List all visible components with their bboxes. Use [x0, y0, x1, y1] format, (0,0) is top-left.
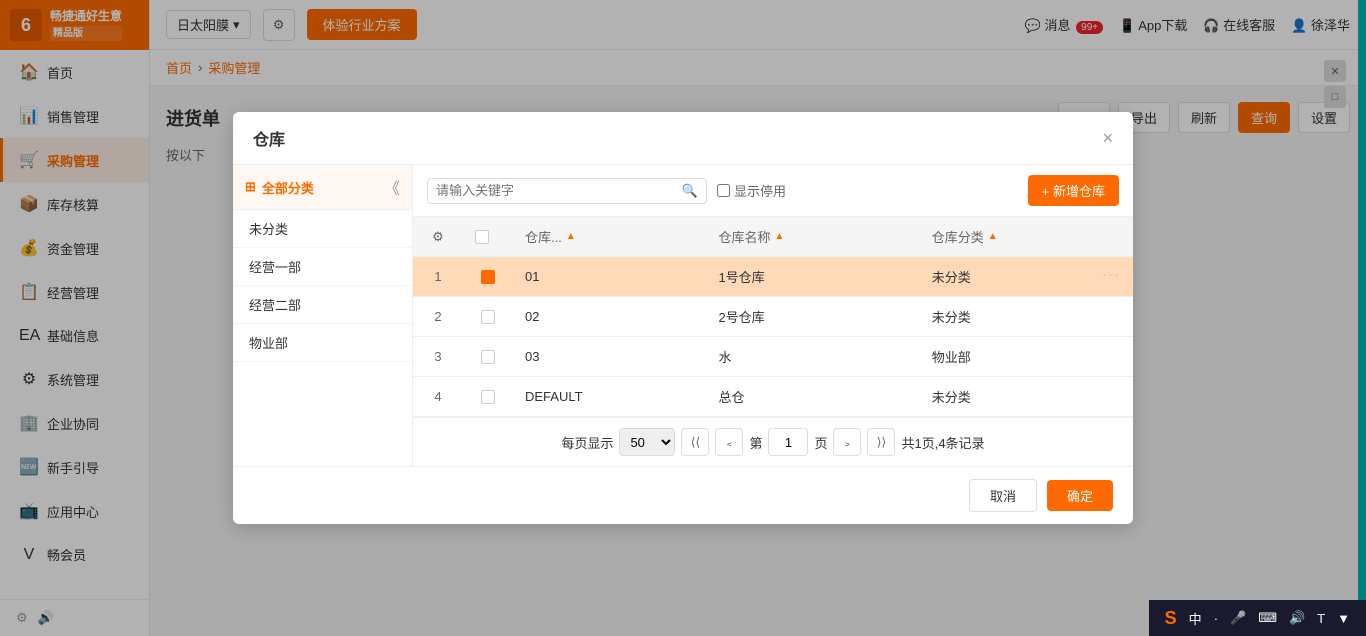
row-num: 2 — [413, 297, 463, 337]
col-category: 仓库分类 ▲ — [920, 217, 1133, 257]
show-disabled-checkbox[interactable] — [717, 184, 730, 197]
row-category: 未分类··· — [920, 257, 1133, 297]
search-input[interactable] — [436, 183, 676, 198]
cat-item-biz2[interactable]: 经营二部 — [233, 286, 412, 324]
collapse-icon[interactable]: 《 — [384, 175, 400, 199]
sort-category-icon[interactable]: ▲ — [988, 231, 998, 242]
col-code: 仓库... ▲ — [513, 217, 706, 257]
table-row[interactable]: 4 DEFAULT 总仓 未分类 — [413, 377, 1133, 417]
all-categories-title[interactable]: ⊞ 全部分类 — [245, 178, 314, 197]
category-list: 未分类经营一部经营二部物业部 — [233, 210, 412, 466]
chinese-input-icon[interactable]: 中 — [1189, 609, 1202, 628]
row-check-2[interactable] — [481, 310, 495, 324]
modal-footer: 取消 确定 — [233, 466, 1133, 524]
page-suffix: 页 — [814, 433, 827, 452]
total-label: 共1页,4条记录 — [901, 433, 984, 452]
row-name: 1号仓库 — [706, 257, 919, 297]
row-category: 未分类 — [920, 297, 1133, 337]
table-row[interactable]: 1 01 1号仓库 未分类··· — [413, 257, 1133, 297]
sound-icon[interactable]: 🔊 — [1289, 610, 1305, 626]
row-name: 2号仓库 — [706, 297, 919, 337]
row-num: 3 — [413, 337, 463, 377]
dot-icon: · — [1214, 611, 1218, 626]
show-disabled-label[interactable]: 显示停用 — [717, 181, 786, 200]
sort-code-icon[interactable]: ▲ — [566, 231, 576, 242]
row-code: 03 — [513, 337, 706, 377]
table-toolbar: 🔍 显示停用 + 新增仓库 — [413, 165, 1133, 217]
row-checkbox[interactable] — [463, 337, 513, 377]
col-checkbox[interactable] — [463, 217, 513, 257]
last-page-button[interactable]: ⟩⟩ — [867, 428, 895, 456]
modal-close-button[interactable]: × — [1102, 129, 1113, 147]
row-check-1[interactable] — [481, 270, 495, 284]
row-name: 总仓 — [706, 377, 919, 417]
header-checkbox[interactable] — [475, 230, 489, 244]
down-arrow-icon[interactable]: ▼ — [1337, 611, 1350, 626]
bottom-bar: S 中 · 🎤 ⌨ 🔊 T ▼ — [1149, 600, 1366, 636]
cat-item-uncat[interactable]: 未分类 — [233, 210, 412, 248]
modal-title: 仓库 — [253, 126, 285, 150]
row-code: 02 — [513, 297, 706, 337]
new-warehouse-button[interactable]: + 新增仓库 — [1028, 175, 1119, 206]
text-t-icon[interactable]: T — [1317, 611, 1325, 626]
grid-icon: ⊞ — [245, 179, 256, 195]
row-actions-1[interactable]: ··· — [1102, 267, 1121, 282]
col-name-label: 仓库名称 — [718, 227, 770, 246]
table-row[interactable]: 3 03 水 物业部 — [413, 337, 1133, 377]
mic-icon[interactable]: 🎤 — [1230, 610, 1246, 626]
row-name: 水 — [706, 337, 919, 377]
row-code: DEFAULT — [513, 377, 706, 417]
search-icon: 🔍 — [682, 183, 698, 199]
per-page-select[interactable]: 50 10 20 100 — [619, 428, 675, 456]
row-category: 物业部 — [920, 337, 1133, 377]
cat-item-prop[interactable]: 物业部 — [233, 324, 412, 362]
cancel-button[interactable]: 取消 — [969, 479, 1037, 512]
warehouse-table: ⚙ 仓库... ▲ 仓库名称 — [413, 217, 1133, 417]
row-num: 4 — [413, 377, 463, 417]
row-checkbox[interactable] — [463, 377, 513, 417]
page-label: 第 — [749, 433, 762, 452]
row-num: 1 — [413, 257, 463, 297]
per-page-label: 每页显示 — [561, 433, 613, 452]
col-name: 仓库名称 ▲ — [706, 217, 919, 257]
page-number-input[interactable] — [768, 428, 808, 456]
modal-overlay: 仓库 × ⊞ 全部分类 《 未分类经营一部经营二部物业部 — [0, 0, 1366, 636]
modal-header: 仓库 × — [233, 112, 1133, 165]
table-row[interactable]: 2 02 2号仓库 未分类 — [413, 297, 1133, 337]
search-box: 🔍 — [427, 178, 707, 204]
row-code: 01 — [513, 257, 706, 297]
s-logo: S — [1165, 608, 1177, 629]
col-category-label: 仓库分类 — [932, 227, 984, 246]
cat-item-biz1[interactable]: 经营一部 — [233, 248, 412, 286]
sort-name-icon[interactable]: ▲ — [774, 231, 784, 242]
first-page-button[interactable]: ⟨⟨ — [681, 428, 709, 456]
table-panel: 🔍 显示停用 + 新增仓库 ⚙ — [413, 165, 1133, 466]
row-checkbox[interactable] — [463, 297, 513, 337]
row-category: 未分类 — [920, 377, 1133, 417]
category-panel: ⊞ 全部分类 《 未分类经营一部经营二部物业部 — [233, 165, 413, 466]
warehouse-modal: 仓库 × ⊞ 全部分类 《 未分类经营一部经营二部物业部 — [233, 112, 1133, 524]
confirm-button[interactable]: 确定 — [1047, 480, 1113, 511]
category-header: ⊞ 全部分类 《 — [233, 165, 412, 210]
pagination: 每页显示 50 10 20 100 ⟨⟨ ﹤ 第 页 ﹥ ⟩⟩ 共1页,4条记录 — [413, 417, 1133, 466]
prev-page-button[interactable]: ﹤ — [715, 428, 743, 456]
row-check-4[interactable] — [481, 390, 495, 404]
col-settings[interactable]: ⚙ — [413, 217, 463, 257]
keyboard-icon[interactable]: ⌨ — [1258, 610, 1277, 626]
col-code-label: 仓库... — [525, 227, 562, 246]
row-check-3[interactable] — [481, 350, 495, 364]
modal-body: ⊞ 全部分类 《 未分类经营一部经营二部物业部 🔍 — [233, 165, 1133, 466]
next-page-button[interactable]: ﹥ — [833, 428, 861, 456]
row-checkbox[interactable] — [463, 257, 513, 297]
